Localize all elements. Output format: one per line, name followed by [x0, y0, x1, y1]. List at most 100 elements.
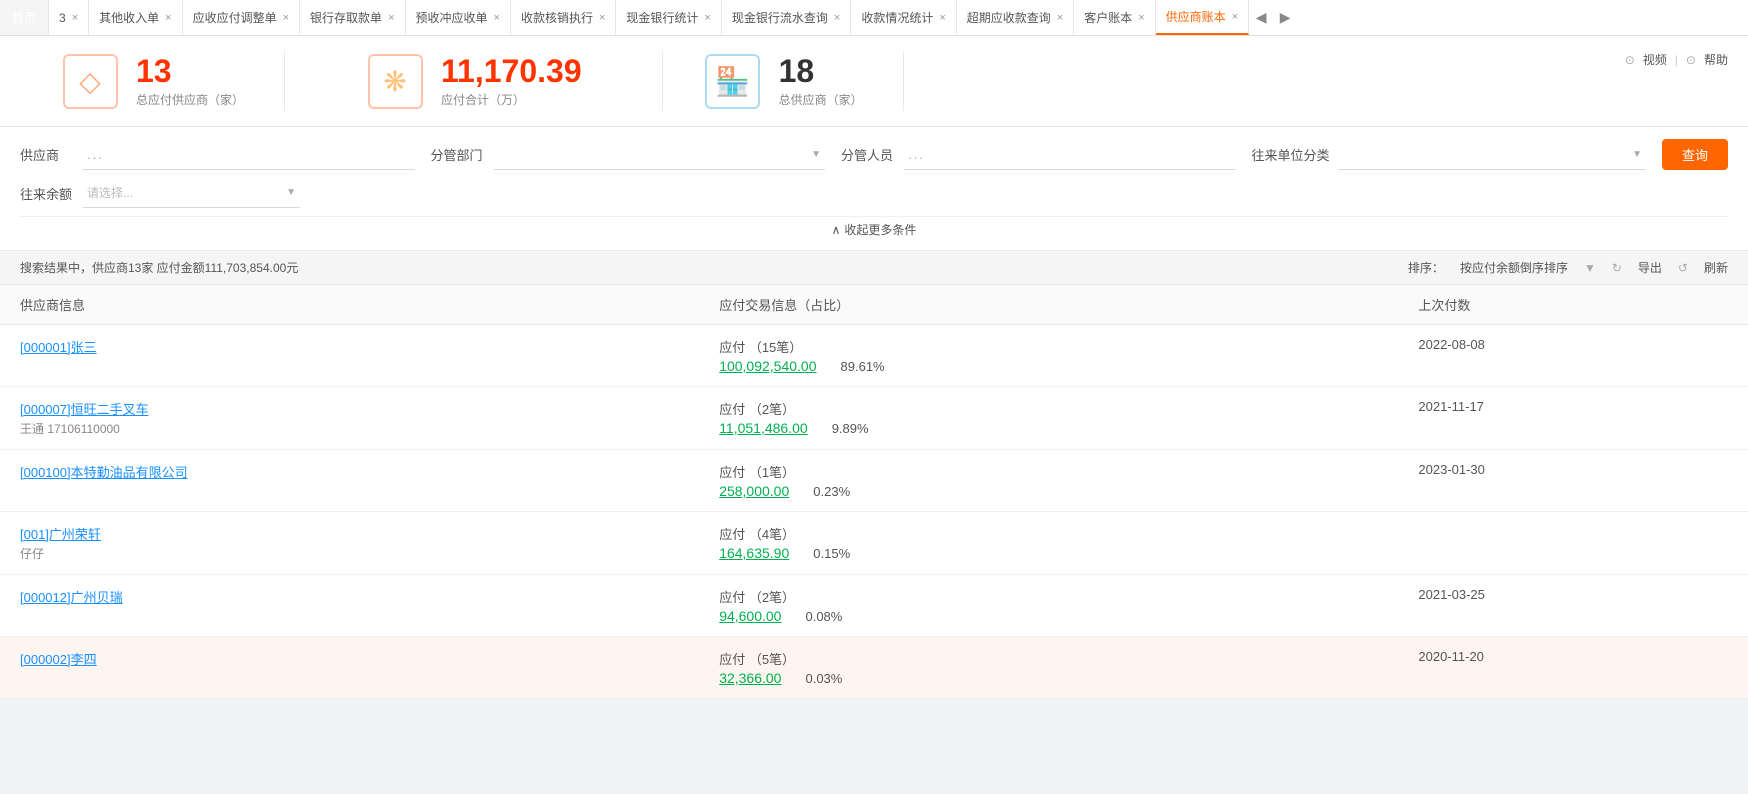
tx-amount-row: 258,000.000.23% — [719, 483, 1378, 499]
nav-tab-3-close[interactable]: × — [72, 12, 78, 24]
nav-home[interactable]: 首页 — [0, 0, 49, 35]
result-actions: 排序： 按应付余额倒序排序 ▼ ↻ 导出 ↺ 刷新 — [1408, 259, 1728, 276]
stat-payable-suppliers-info: 13 总应付供应商（家） — [136, 55, 244, 108]
supplier-cell: [000002]李四 — [0, 637, 699, 699]
nav-overdue-query-close[interactable]: × — [1057, 12, 1063, 24]
nav-bank-deposit[interactable]: 银行存取款单 × — [300, 0, 405, 35]
person-input[interactable]: ... — [904, 140, 1236, 170]
payable-suppliers-label: 总应付供应商（家） — [136, 91, 244, 108]
refresh-button[interactable]: 刷新 — [1704, 259, 1728, 276]
category-arrow-down-icon: ▼ — [1632, 149, 1642, 160]
nav-customer-account[interactable]: 客户账本 × — [1074, 0, 1155, 35]
supplier-link[interactable]: [001]广州荣轩 — [20, 527, 101, 542]
total-suppliers-label: 总供应商（家） — [779, 91, 863, 108]
filter-row-1: 供应商 ... 分管部门 ▼ 分管人员 ... 往来单位分类 ▼ — [20, 139, 1728, 170]
tx-amount[interactable]: 258,000.00 — [719, 483, 789, 499]
nav-advance-collect[interactable]: 预收冲应收单 × — [406, 0, 511, 35]
supplier-link[interactable]: [000007]恒旺二手叉车 — [20, 402, 149, 417]
nav-other-income-close[interactable]: × — [165, 12, 171, 24]
nav-bank-deposit-label: 银行存取款单 — [310, 9, 382, 26]
nav-collect-verify-close[interactable]: × — [599, 12, 605, 24]
tx-cell: 应付 （5笔）32,366.000.03% — [699, 637, 1398, 699]
result-bar: 搜索结果中，供应商13家 应付金额111,703,854.00元 排序： 按应付… — [0, 251, 1748, 285]
nav-cash-bank-flow[interactable]: 现金银行流水查询 × — [722, 0, 851, 35]
stat-total-suppliers: 🏪 18 总供应商（家） — [663, 51, 904, 111]
tx-label: 应付 — [719, 527, 745, 542]
nav-ap-adjust[interactable]: 应收应付调整单 × — [183, 0, 300, 35]
tx-amount[interactable]: 100,092,540.00 — [719, 358, 816, 374]
tx-label-row: 应付 （2笔） — [719, 399, 1378, 418]
nav-advance-collect-close[interactable]: × — [494, 12, 500, 24]
nav-customer-account-close[interactable]: × — [1138, 12, 1144, 24]
nav-tab-3[interactable]: 3 × — [49, 0, 89, 35]
supplier-label: 供应商 — [20, 145, 75, 164]
tx-label-row: 应付 （15笔） — [719, 337, 1378, 356]
last-payment-cell: 2023-01-30 — [1398, 450, 1748, 512]
collapse-button[interactable]: ∧ 收起更多条件 — [20, 216, 1728, 242]
top-right-links: ⊙ 视频 | ⊙ 帮助 — [1625, 51, 1728, 68]
last-payment-date: 2023-01-30 — [1418, 462, 1485, 477]
supplier-link[interactable]: [000012]广州贝瑞 — [20, 590, 123, 605]
filter-row-2: 往来余额 请选择... ▼ — [20, 178, 1728, 208]
nav-cash-bank-flow-close[interactable]: × — [834, 12, 840, 24]
help-link[interactable]: 帮助 — [1704, 51, 1728, 68]
filter-person: 分管人员 ... — [841, 140, 1236, 170]
nav-cash-bank-stat[interactable]: 现金银行统计 × — [616, 0, 721, 35]
tx-amount-row: 100,092,540.0089.61% — [719, 358, 1378, 374]
tx-percent: 0.03% — [805, 671, 842, 686]
table-row: [000007]恒旺二手叉车王通 17106110000应付 （2笔）11,05… — [0, 387, 1748, 450]
nav-bank-deposit-close[interactable]: × — [388, 12, 394, 24]
table-row: [000001]张三 应付 （15笔） 100,092,540.0089.61% 20… — [0, 325, 1748, 387]
nav-home-label: 首页 — [12, 9, 36, 26]
person-label: 分管人员 — [841, 145, 896, 164]
nav-collect-verify-label: 收款核销执行 — [521, 9, 593, 26]
nav-overdue-query[interactable]: 超期应收款查询 × — [957, 0, 1074, 35]
chevron-up-icon: ∧ — [832, 223, 841, 237]
nav-next-arrow[interactable]: ▶ — [1273, 0, 1297, 35]
tx-amount[interactable]: 164,635.90 — [719, 545, 789, 561]
sort-value[interactable]: 按应付余额倒序排序 — [1460, 259, 1568, 276]
filter-supplier: 供应商 ... — [20, 140, 415, 170]
tx-amount[interactable]: 94,600.00 — [719, 608, 781, 624]
nav-prev-arrow[interactable]: ◀ — [1249, 0, 1273, 35]
export-button[interactable]: 导出 — [1638, 259, 1662, 276]
video-link[interactable]: 视频 — [1643, 51, 1667, 68]
tx-cell: 应付 （4笔）164,635.900.15% — [699, 512, 1398, 575]
tx-label: 应付 — [719, 652, 745, 667]
last-payment-cell: 2021-03-25 — [1398, 575, 1748, 637]
last-payment-date: 2022-08-08 — [1418, 337, 1485, 352]
stat-total-suppliers-info: 18 总供应商（家） — [779, 55, 863, 108]
dept-label: 分管部门 — [431, 145, 486, 164]
tx-label-row: 应付 （2笔） — [719, 587, 1378, 606]
tx-amount-row: 32,366.00 0.03% — [719, 670, 1378, 686]
query-button[interactable]: 查询 — [1662, 139, 1728, 170]
supplier-input[interactable]: ... — [83, 140, 415, 170]
stat-payable-amount-info: 11,170.39 应付合计（万） — [441, 55, 582, 108]
payable-amount-label: 应付合计（万） — [441, 91, 582, 108]
table-header-row: 供应商信息 应付交易信息（占比） 上次付数 — [0, 285, 1748, 325]
tx-amount-row: 94,600.000.08% — [719, 608, 1378, 624]
balance-input[interactable]: 请选择... ▼ — [83, 178, 300, 208]
nav-ap-adjust-close[interactable]: × — [283, 12, 289, 24]
nav-collect-stat-close[interactable]: × — [939, 12, 945, 24]
nav-cash-bank-stat-close[interactable]: × — [704, 12, 710, 24]
data-table-container: 供应商信息 应付交易信息（占比） 上次付数 [000001]张三 应付 （15笔）… — [0, 285, 1748, 699]
tx-amount[interactable]: 32,366.00 — [719, 670, 781, 686]
payable-suppliers-number: 13 — [136, 55, 244, 87]
nav-supplier-account[interactable]: 供应商账本 × — [1156, 0, 1249, 35]
nav-other-income[interactable]: 其他收入单 × — [89, 0, 182, 35]
supplier-link[interactable]: [000002]李四 — [20, 652, 97, 667]
dept-input[interactable]: ▼ — [494, 140, 826, 170]
nav-collect-stat[interactable]: 收款情况统计 × — [851, 0, 956, 35]
supplier-link[interactable]: [000100]本特勤油品有限公司 — [20, 465, 188, 480]
nav-customer-account-label: 客户账本 — [1084, 9, 1132, 26]
nav-collect-verify[interactable]: 收款核销执行 × — [511, 0, 616, 35]
tx-amount[interactable]: 11,051,486.00 — [719, 420, 808, 436]
category-input[interactable]: ▼ — [1338, 140, 1646, 170]
supplier-link[interactable]: [000001]张三 — [20, 340, 97, 355]
table-row: [001]广州荣轩仔仔应付 （4笔）164,635.900.15% — [0, 512, 1748, 575]
nav-advance-collect-label: 预收冲应收单 — [416, 9, 488, 26]
result-info: 搜索结果中，供应商13家 应付金额111,703,854.00元 — [20, 259, 298, 276]
th-supplier-info: 供应商信息 — [0, 285, 699, 325]
nav-supplier-account-close[interactable]: × — [1232, 11, 1238, 23]
